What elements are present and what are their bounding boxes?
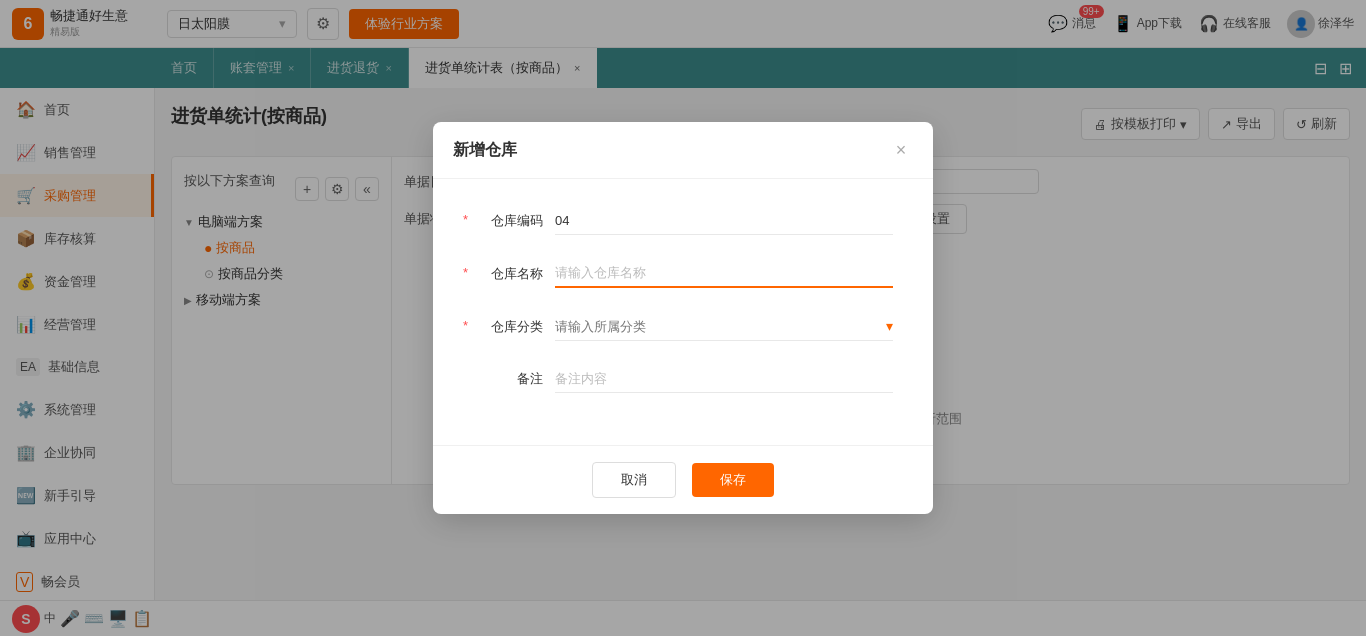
cancel-button[interactable]: 取消 [592,462,676,498]
category-input[interactable] [555,319,886,334]
modal-footer: 取消 保存 [433,445,933,514]
name-label: 仓库名称 [473,265,543,283]
form-row-note: 备注 [473,365,893,393]
code-input[interactable] [555,207,893,235]
name-input[interactable] [555,259,893,288]
category-label: 仓库分类 [473,318,543,336]
note-label: 备注 [473,370,543,388]
modal-body: 仓库编码 仓库名称 仓库分类 ▾ 备注 [433,179,933,445]
category-select-row[interactable]: ▾ [555,312,893,341]
category-dropdown-icon: ▾ [886,318,893,334]
save-button[interactable]: 保存 [692,463,774,497]
modal-header: 新增仓库 × [433,122,933,179]
modal-close-button[interactable]: × [889,138,913,162]
form-row-name: 仓库名称 [473,259,893,288]
modal-overlay[interactable]: 新增仓库 × 仓库编码 仓库名称 仓库分类 ▾ [0,0,1366,636]
form-row-code: 仓库编码 [473,207,893,235]
new-warehouse-modal: 新增仓库 × 仓库编码 仓库名称 仓库分类 ▾ [433,122,933,514]
note-input[interactable] [555,365,893,393]
modal-title: 新增仓库 [453,140,517,161]
code-label: 仓库编码 [473,212,543,230]
form-row-category: 仓库分类 ▾ [473,312,893,341]
